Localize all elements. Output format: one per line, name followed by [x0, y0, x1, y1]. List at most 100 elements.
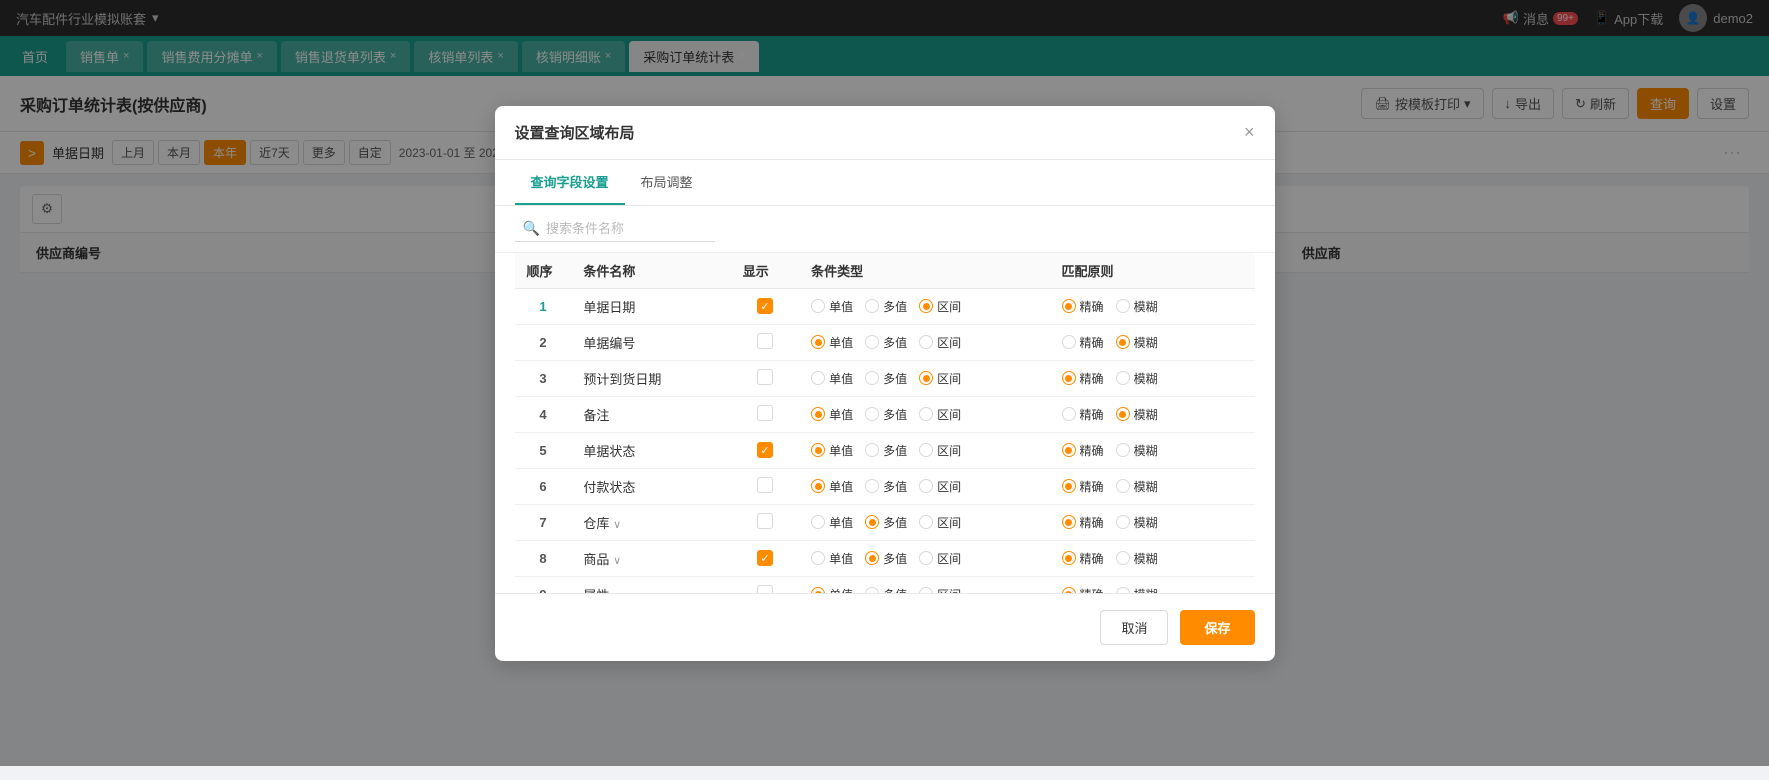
match-option-模糊[interactable]: 模糊 [1116, 586, 1158, 593]
type-option-单值[interactable]: 单值 [811, 550, 853, 567]
modal-tab-layout[interactable]: 布局调整 [625, 160, 709, 205]
radio-label: 单值 [829, 586, 853, 593]
radio-circle [1062, 551, 1076, 565]
type-radio-group: 单值多值区间 [811, 442, 1037, 459]
match-option-模糊[interactable]: 模糊 [1116, 514, 1158, 531]
match-option-模糊[interactable]: 模糊 [1116, 406, 1158, 423]
row-show[interactable]: ✓ [731, 432, 799, 468]
match-option-模糊[interactable]: 模糊 [1116, 442, 1158, 459]
row-show[interactable] [731, 396, 799, 432]
radio-label: 区间 [937, 298, 961, 315]
row-show[interactable] [731, 324, 799, 360]
type-option-区间[interactable]: 区间 [919, 334, 961, 351]
type-option-区间[interactable]: 区间 [919, 442, 961, 459]
row-show[interactable] [731, 468, 799, 504]
row-show[interactable] [731, 504, 799, 540]
row-show-checkbox[interactable] [757, 369, 773, 385]
match-option-精确[interactable]: 精确 [1062, 478, 1104, 495]
radio-label: 区间 [937, 370, 961, 387]
type-option-多值[interactable]: 多值 [865, 550, 907, 567]
match-option-模糊[interactable]: 模糊 [1116, 370, 1158, 387]
type-option-单值[interactable]: 单值 [811, 406, 853, 423]
search-input[interactable] [546, 221, 707, 236]
row-order: 1 [515, 288, 572, 324]
modal-tab-query-fields[interactable]: 查询字段设置 [515, 160, 625, 205]
cancel-btn[interactable]: 取消 [1100, 610, 1168, 645]
config-table-wrap: 顺序 条件名称 显示 条件类型 匹配原则 1单据日期✓单值多值区间精确模糊2单据… [495, 253, 1275, 593]
type-option-多值[interactable]: 多值 [865, 370, 907, 387]
row-show-checkbox[interactable]: ✓ [757, 442, 773, 458]
type-option-多值[interactable]: 多值 [865, 334, 907, 351]
type-option-单值[interactable]: 单值 [811, 586, 853, 593]
type-option-单值[interactable]: 单值 [811, 334, 853, 351]
match-option-精确[interactable]: 精确 [1062, 370, 1104, 387]
row-order: 8 [515, 540, 572, 576]
row-show-checkbox[interactable] [757, 585, 773, 593]
row-show-checkbox[interactable]: ✓ [757, 298, 773, 314]
row-show[interactable] [731, 360, 799, 396]
th-match: 匹配原则 [1050, 253, 1255, 289]
row-show-checkbox[interactable]: ✓ [757, 550, 773, 566]
row-dropdown-icon: ∨ [613, 519, 621, 531]
radio-label: 模糊 [1134, 478, 1158, 495]
table-row: 1单据日期✓单值多值区间精确模糊 [515, 288, 1255, 324]
radio-circle [811, 443, 825, 457]
match-option-精确[interactable]: 精确 [1062, 514, 1104, 531]
type-option-区间[interactable]: 区间 [919, 406, 961, 423]
radio-circle [1116, 407, 1130, 421]
table-row: 2单据编号单值多值区间精确模糊 [515, 324, 1255, 360]
row-show[interactable]: ✓ [731, 288, 799, 324]
row-match: 精确模糊 [1050, 288, 1255, 324]
type-option-单值[interactable]: 单值 [811, 298, 853, 315]
type-option-多值[interactable]: 多值 [865, 478, 907, 495]
row-order: 2 [515, 324, 572, 360]
match-option-模糊[interactable]: 模糊 [1116, 478, 1158, 495]
type-option-多值[interactable]: 多值 [865, 586, 907, 593]
modal-close-btn[interactable]: × [1244, 122, 1255, 143]
type-option-区间[interactable]: 区间 [919, 370, 961, 387]
modal-title: 设置查询区域布局 [515, 122, 635, 143]
type-option-区间[interactable]: 区间 [919, 514, 961, 531]
row-order: 3 [515, 360, 572, 396]
type-option-区间[interactable]: 区间 [919, 478, 961, 495]
type-option-单值[interactable]: 单值 [811, 514, 853, 531]
radio-label: 多值 [883, 334, 907, 351]
radio-label: 精确 [1080, 514, 1104, 531]
match-option-模糊[interactable]: 模糊 [1116, 298, 1158, 315]
radio-label: 区间 [937, 550, 961, 567]
type-option-区间[interactable]: 区间 [919, 298, 961, 315]
type-radio-group: 单值多值 区间 [811, 370, 1037, 387]
match-option-精确[interactable]: 精确 [1062, 550, 1104, 567]
type-option-单值[interactable]: 单值 [811, 478, 853, 495]
radio-label: 精确 [1080, 406, 1104, 423]
type-option-多值[interactable]: 多值 [865, 298, 907, 315]
type-option-区间[interactable]: 区间 [919, 550, 961, 567]
row-show-checkbox[interactable] [757, 333, 773, 349]
table-row: 6付款状态单值多值区间精确模糊 [515, 468, 1255, 504]
row-show-checkbox[interactable] [757, 477, 773, 493]
match-option-模糊[interactable]: 模糊 [1116, 550, 1158, 567]
match-option-精确[interactable]: 精确 [1062, 334, 1104, 351]
radio-circle [865, 335, 879, 349]
match-option-精确[interactable]: 精确 [1062, 442, 1104, 459]
save-btn[interactable]: 保存 [1180, 610, 1254, 645]
type-option-多值[interactable]: 多值 [865, 442, 907, 459]
type-option-多值[interactable]: 多值 [865, 406, 907, 423]
match-option-精确[interactable]: 精确 [1062, 586, 1104, 593]
radio-label: 单值 [829, 334, 853, 351]
type-option-多值[interactable]: 多值 [865, 514, 907, 531]
radio-circle [865, 515, 879, 529]
match-option-精确[interactable]: 精确 [1062, 298, 1104, 315]
match-radio-group: 精确模糊 [1062, 334, 1243, 351]
row-show[interactable]: ✓ [731, 540, 799, 576]
type-option-单值[interactable]: 单值 [811, 370, 853, 387]
row-show[interactable] [731, 576, 799, 593]
row-name: 单据状态 [571, 432, 730, 468]
radio-label: 模糊 [1134, 370, 1158, 387]
type-option-区间[interactable]: 区间 [919, 586, 961, 593]
type-option-单值[interactable]: 单值 [811, 442, 853, 459]
match-option-精确[interactable]: 精确 [1062, 406, 1104, 423]
row-show-checkbox[interactable] [757, 405, 773, 421]
match-option-模糊[interactable]: 模糊 [1116, 334, 1158, 351]
row-show-checkbox[interactable] [757, 513, 773, 529]
